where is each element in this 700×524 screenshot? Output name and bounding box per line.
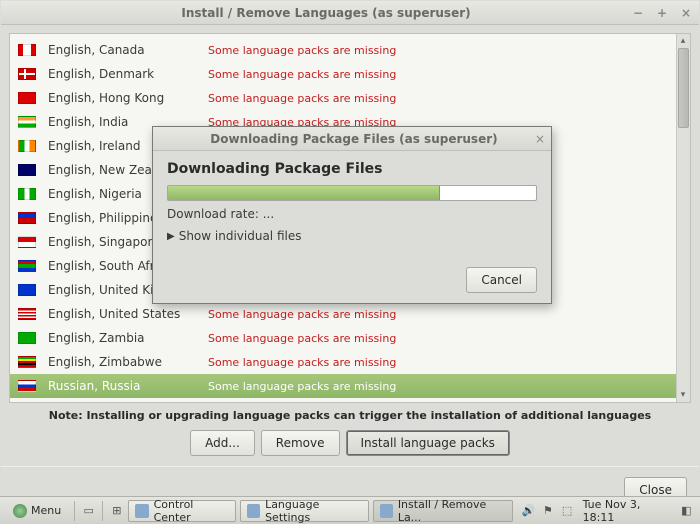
language-status: Some language packs are missing: [208, 92, 396, 105]
language-row[interactable]: English, ZimbabweSome language packs are…: [10, 350, 690, 374]
separator: [74, 501, 75, 521]
app-icon: [135, 504, 148, 518]
flag-icon: [18, 92, 36, 104]
taskbar-item[interactable]: Language Settings: [240, 500, 369, 522]
language-row[interactable]: English, Hong KongSome language packs ar…: [10, 86, 690, 110]
language-name: English, Hong Kong: [48, 91, 208, 105]
menu-button[interactable]: Menu: [6, 501, 68, 521]
flag-icon: [18, 68, 36, 80]
language-status: Some language packs are missing: [208, 68, 396, 81]
flag-icon: [18, 212, 36, 224]
show-files-expander[interactable]: ▶ Show individual files: [167, 229, 537, 243]
mint-menu-icon: [13, 504, 27, 518]
taskbar-item[interactable]: Install / Remove La...: [373, 500, 513, 522]
volume-icon[interactable]: 🔊: [521, 503, 536, 519]
scroll-up-icon[interactable]: ▴: [676, 34, 690, 48]
window-close-button[interactable]: ×: [679, 6, 693, 20]
language-status: Some language packs are missing: [208, 332, 396, 345]
minimize-button[interactable]: −: [631, 6, 645, 20]
language-status: Some language packs are missing: [208, 308, 396, 321]
note-text: Note: Installing or upgrading language p…: [9, 403, 691, 430]
language-status: Some language packs are missing: [208, 44, 396, 57]
taskbar-item-label: Language Settings: [265, 498, 362, 524]
flag-icon: [18, 308, 36, 320]
flag-icon: [18, 236, 36, 248]
maximize-button[interactable]: +: [655, 6, 669, 20]
workspace-icon[interactable]: ⊞: [109, 503, 124, 519]
app-icon: [380, 504, 393, 518]
flag-icon: [18, 44, 36, 56]
language-name: English, Zambia: [48, 331, 208, 345]
language-name: English, United States: [48, 307, 208, 321]
expander-triangle-icon: ▶: [167, 231, 175, 242]
menu-label: Menu: [31, 504, 61, 517]
flag-icon: [18, 140, 36, 152]
language-row[interactable]: English, CanadaSome language packs are m…: [10, 38, 690, 62]
scroll-down-icon[interactable]: ▾: [676, 388, 690, 402]
add-button[interactable]: Add...: [190, 430, 255, 456]
language-row[interactable]: Russian, RussiaSome language packs are m…: [10, 374, 690, 398]
flag-icon: [18, 164, 36, 176]
progress-fill: [168, 186, 440, 200]
flag-icon: [18, 332, 36, 344]
action-button-row: Add... Remove Install language packs: [9, 430, 691, 466]
flag-icon: [18, 260, 36, 272]
install-packs-button[interactable]: Install language packs: [346, 430, 510, 456]
network-icon[interactable]: ⬚: [559, 503, 574, 519]
app-icon: [247, 504, 260, 518]
dialog-close-button[interactable]: ×: [535, 132, 545, 146]
updates-icon[interactable]: ⚑: [540, 503, 555, 519]
clock[interactable]: Tue Nov 3, 18:11: [579, 498, 675, 524]
dialog-title: Downloading Package Files (as superuser): [173, 132, 535, 146]
language-name: English, Denmark: [48, 67, 208, 81]
taskbar: Menu ▭ ⊞ Control Center Language Settings…: [0, 496, 700, 524]
language-name: English, Zimbabwe: [48, 355, 208, 369]
download-dialog: Downloading Package Files (as superuser)…: [152, 126, 552, 304]
flag-icon: [18, 356, 36, 368]
language-status: Some language packs are missing: [208, 380, 396, 393]
taskbar-item-label: Install / Remove La...: [398, 498, 506, 524]
show-desktop-icon[interactable]: ▭: [81, 503, 96, 519]
language-name: English, Canada: [48, 43, 208, 57]
cancel-button[interactable]: Cancel: [466, 267, 537, 293]
expander-label: Show individual files: [179, 229, 302, 243]
language-row[interactable]: English, DenmarkSome language packs are …: [10, 62, 690, 86]
taskbar-item[interactable]: Control Center: [128, 500, 235, 522]
download-rate: Download rate: ...: [167, 207, 537, 221]
dialog-titlebar: Downloading Package Files (as superuser)…: [153, 127, 551, 151]
main-titlebar: Install / Remove Languages (as superuser…: [1, 1, 699, 25]
dialog-heading: Downloading Package Files: [167, 161, 537, 177]
session-icon[interactable]: ◧: [679, 503, 694, 519]
language-row[interactable]: English, United StatesSome language pack…: [10, 302, 690, 326]
flag-icon: [18, 116, 36, 128]
flag-icon: [18, 380, 36, 392]
scroll-thumb[interactable]: [678, 48, 689, 128]
flag-icon: [18, 188, 36, 200]
language-row[interactable]: English, ZambiaSome language packs are m…: [10, 326, 690, 350]
progress-bar: [167, 185, 537, 201]
flag-icon: [18, 284, 36, 296]
scrollbar[interactable]: ▴ ▾: [676, 34, 690, 402]
window-title: Install / Remove Languages (as superuser…: [21, 6, 631, 20]
taskbar-item-label: Control Center: [154, 498, 229, 524]
language-name: Russian, Russia: [48, 379, 208, 393]
language-status: Some language packs are missing: [208, 356, 396, 369]
remove-button[interactable]: Remove: [261, 430, 340, 456]
separator: [102, 501, 103, 521]
